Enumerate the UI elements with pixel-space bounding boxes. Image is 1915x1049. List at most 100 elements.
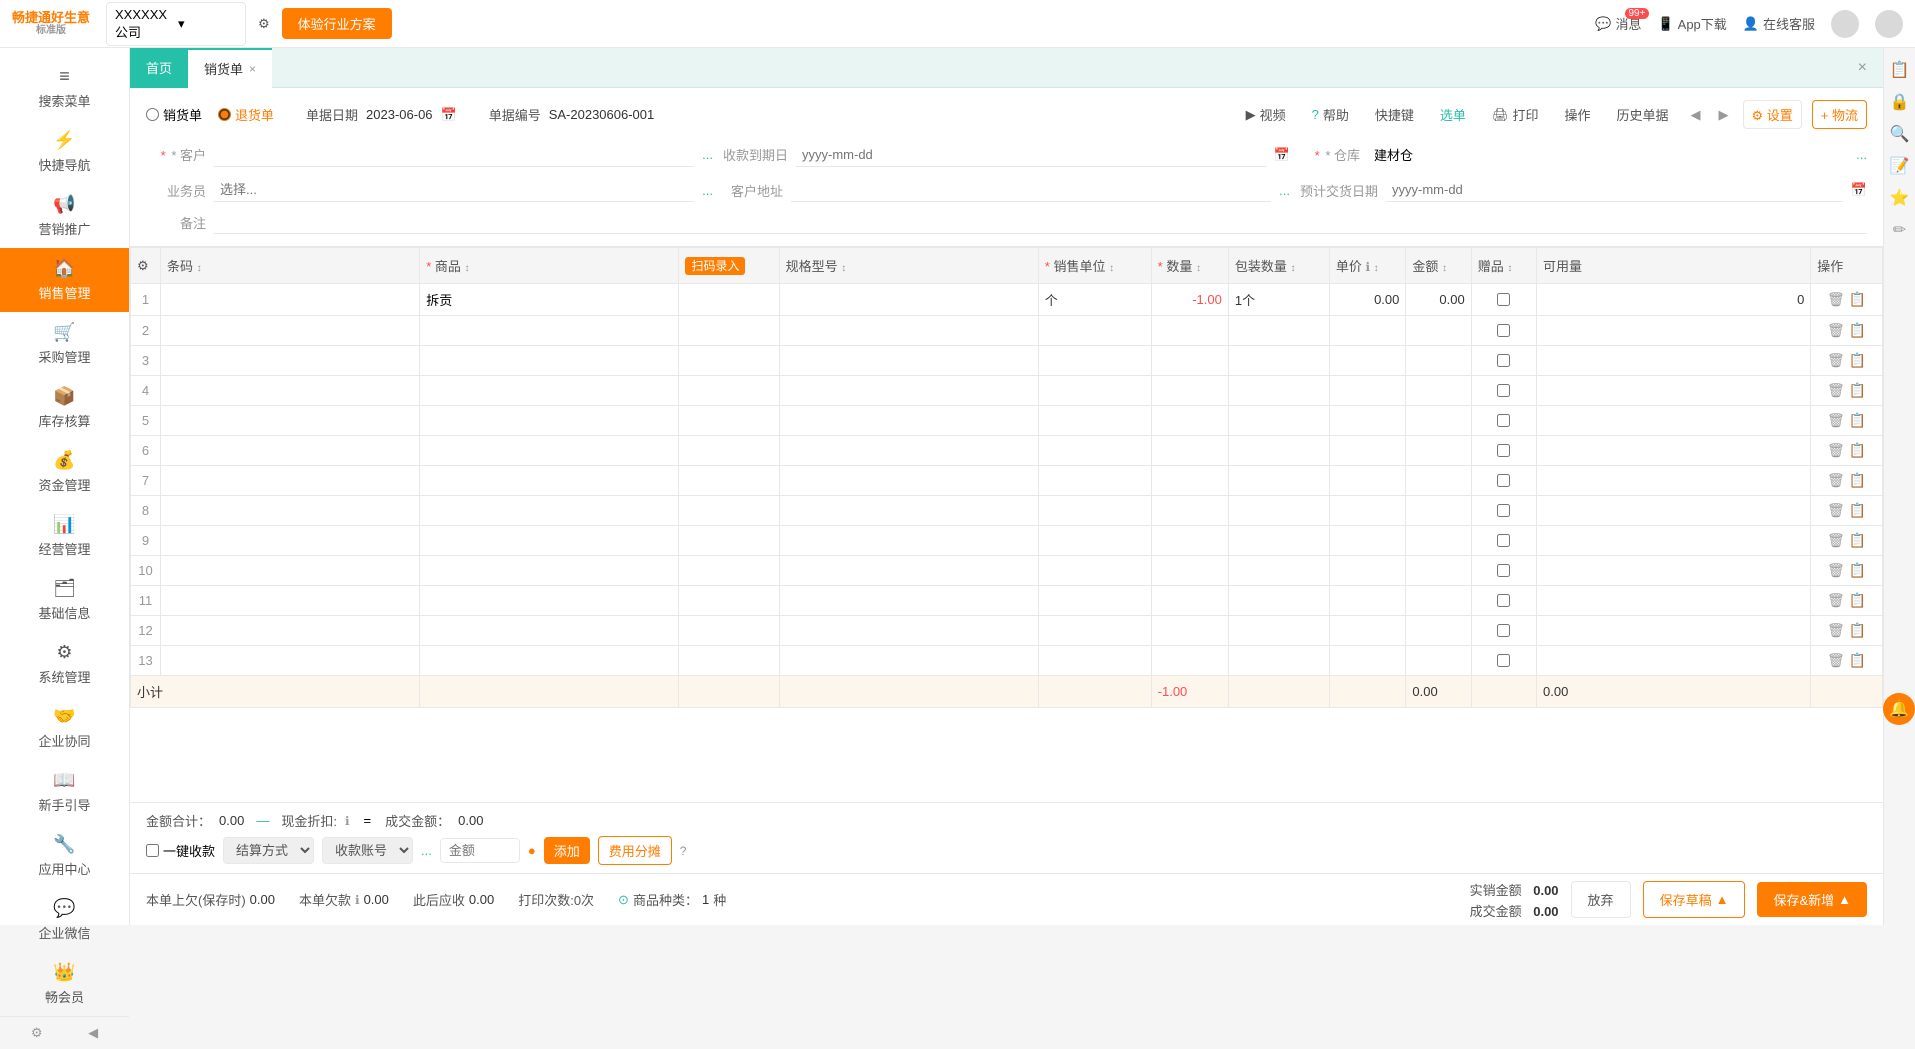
cumulative-owe-info-icon[interactable]: ℹ [355, 893, 360, 907]
cell-gift[interactable] [1471, 646, 1536, 676]
cell-spec[interactable] [779, 316, 1038, 346]
cell-product[interactable] [420, 526, 679, 556]
help-btn[interactable]: ? 帮助 [1304, 101, 1357, 128]
cell-qty[interactable]: -1.00 [1151, 284, 1228, 316]
cell-qty[interactable] [1151, 616, 1228, 646]
customer-addr-more-icon[interactable]: ... [1279, 183, 1290, 198]
cell-qty[interactable] [1151, 586, 1228, 616]
cell-gift[interactable] [1471, 376, 1536, 406]
customer-addr-input[interactable] [791, 178, 1271, 202]
sidebar-item-search[interactable]: ≡ 搜索菜单 [0, 56, 129, 120]
delete-icon[interactable]: 🗑 [1827, 412, 1845, 429]
copy-icon[interactable]: 📋 [1849, 472, 1866, 489]
setting-btn[interactable]: ⚙ 设置 [1743, 100, 1802, 129]
cell-barcode[interactable] [161, 526, 420, 556]
cell-product[interactable] [420, 466, 679, 496]
th-scan[interactable]: 扫码录入 [679, 248, 779, 284]
cell-barcode[interactable] [161, 556, 420, 586]
copy-icon[interactable]: 📋 [1849, 622, 1866, 639]
rp-icon-clipboard[interactable]: 📋 [1886, 56, 1914, 84]
account-more-icon[interactable]: ... [421, 843, 432, 858]
cell-product[interactable] [420, 436, 679, 466]
cell-unit-price[interactable] [1329, 376, 1406, 406]
customer-input[interactable] [214, 143, 694, 167]
cell-gift[interactable] [1471, 406, 1536, 436]
cash-discount-info-icon[interactable]: ℹ [345, 814, 350, 828]
cell-qty[interactable] [1151, 556, 1228, 586]
cell-unit-price[interactable]: 0.00 [1329, 284, 1406, 316]
fees-info-icon[interactable]: ? [680, 844, 687, 858]
copy-icon[interactable]: 📋 [1849, 442, 1866, 459]
copy-icon[interactable]: 📋 [1849, 652, 1866, 669]
cell-gift[interactable] [1471, 316, 1536, 346]
copy-icon[interactable]: 📋 [1849, 322, 1866, 339]
discard-button[interactable]: 放弃 [1571, 881, 1631, 918]
rp-icon-lock[interactable]: 🔒 [1886, 88, 1914, 116]
logistics-btn[interactable]: + 物流 [1812, 100, 1867, 129]
salesperson-input[interactable] [214, 178, 694, 202]
cell-gift[interactable] [1471, 346, 1536, 376]
cell-barcode[interactable] [161, 436, 420, 466]
tabbar-close-icon[interactable]: × [1842, 59, 1883, 77]
delete-icon[interactable]: 🗑 [1827, 622, 1845, 639]
cell-product[interactable] [420, 646, 679, 676]
cell-barcode[interactable] [161, 406, 420, 436]
delete-icon[interactable]: 🗑 [1827, 502, 1845, 519]
cell-unit-price[interactable] [1329, 556, 1406, 586]
sidebar-item-operation[interactable]: 📊 经营管理 [0, 504, 129, 568]
rp-icon-pencil[interactable]: ✏ [1886, 216, 1914, 244]
sidebar-item-sales[interactable]: 🏠 销售管理 [0, 248, 129, 312]
copy-icon[interactable]: 📋 [1849, 592, 1866, 609]
video-btn[interactable]: ▶ 视频 [1238, 101, 1294, 128]
print-btn[interactable]: 🖨 打印 [1484, 101, 1547, 128]
save-new-button[interactable]: 保存&新增 ▲ [1757, 882, 1867, 917]
cell-product[interactable] [420, 406, 679, 436]
delete-icon[interactable]: 🗑 [1827, 382, 1845, 399]
sidebar-item-guide[interactable]: 📖 新手引导 [0, 760, 129, 824]
cell-spec[interactable] [779, 646, 1038, 676]
radio-sales[interactable]: 销货单 [146, 105, 202, 124]
delete-icon[interactable]: 🗑 [1827, 562, 1845, 579]
sidebar-settings-icon[interactable]: ⚙ [31, 1025, 43, 1041]
cell-unit-price[interactable] [1329, 526, 1406, 556]
due-date-input[interactable] [796, 143, 1266, 167]
cell-barcode[interactable] [161, 466, 420, 496]
sidebar-item-marketing[interactable]: 📢 营销推广 [0, 184, 129, 248]
cell-product[interactable] [420, 496, 679, 526]
operation-btn[interactable]: 操作 [1556, 101, 1598, 128]
app-download-icon[interactable]: 📱 App下载 [1657, 14, 1726, 33]
cell-barcode[interactable] [161, 376, 420, 406]
select-btn[interactable]: 选单 [1432, 101, 1474, 128]
cell-gift[interactable] [1471, 616, 1536, 646]
shortcut-btn[interactable]: 快捷键 [1367, 101, 1422, 128]
sidebar-item-collab[interactable]: 🤝 企业协同 [0, 696, 129, 760]
cell-unit-price[interactable] [1329, 466, 1406, 496]
save-draft-button[interactable]: 保存草稿 ▲ [1643, 881, 1746, 918]
cell-product[interactable] [420, 616, 679, 646]
sidebar-item-basic[interactable]: 🗂 基础信息 [0, 568, 129, 632]
cell-qty[interactable] [1151, 526, 1228, 556]
cell-unit-price[interactable] [1329, 406, 1406, 436]
copy-icon[interactable]: 📋 [1849, 562, 1866, 579]
settlement-method-select[interactable]: 结算方式 [223, 837, 314, 864]
avatar[interactable] [1831, 10, 1859, 38]
radio-return[interactable]: 退货单 [218, 105, 274, 124]
salesperson-more-icon[interactable]: ... [702, 183, 713, 198]
cell-spec[interactable] [779, 284, 1038, 316]
sidebar-item-inventory[interactable]: 📦 库存核算 [0, 376, 129, 440]
sidebar-item-finance[interactable]: 💰 资金管理 [0, 440, 129, 504]
cell-qty[interactable] [1151, 466, 1228, 496]
rp-icon-bell[interactable]: 🔔 [1883, 693, 1915, 725]
cell-barcode[interactable] [161, 616, 420, 646]
rp-icon-search[interactable]: 🔍 [1886, 120, 1914, 148]
delete-icon[interactable]: 🗑 [1827, 532, 1845, 549]
cell-qty[interactable] [1151, 646, 1228, 676]
cell-product[interactable] [420, 316, 679, 346]
cell-spec[interactable] [779, 436, 1038, 466]
next-icon[interactable]: ▶ [1715, 105, 1733, 125]
cell-product[interactable] [420, 376, 679, 406]
sidebar-collapse-icon[interactable]: ◀ [88, 1025, 98, 1041]
prev-icon[interactable]: ◀ [1687, 105, 1705, 125]
notes-input[interactable] [214, 210, 1867, 234]
cell-unit-price[interactable] [1329, 436, 1406, 466]
